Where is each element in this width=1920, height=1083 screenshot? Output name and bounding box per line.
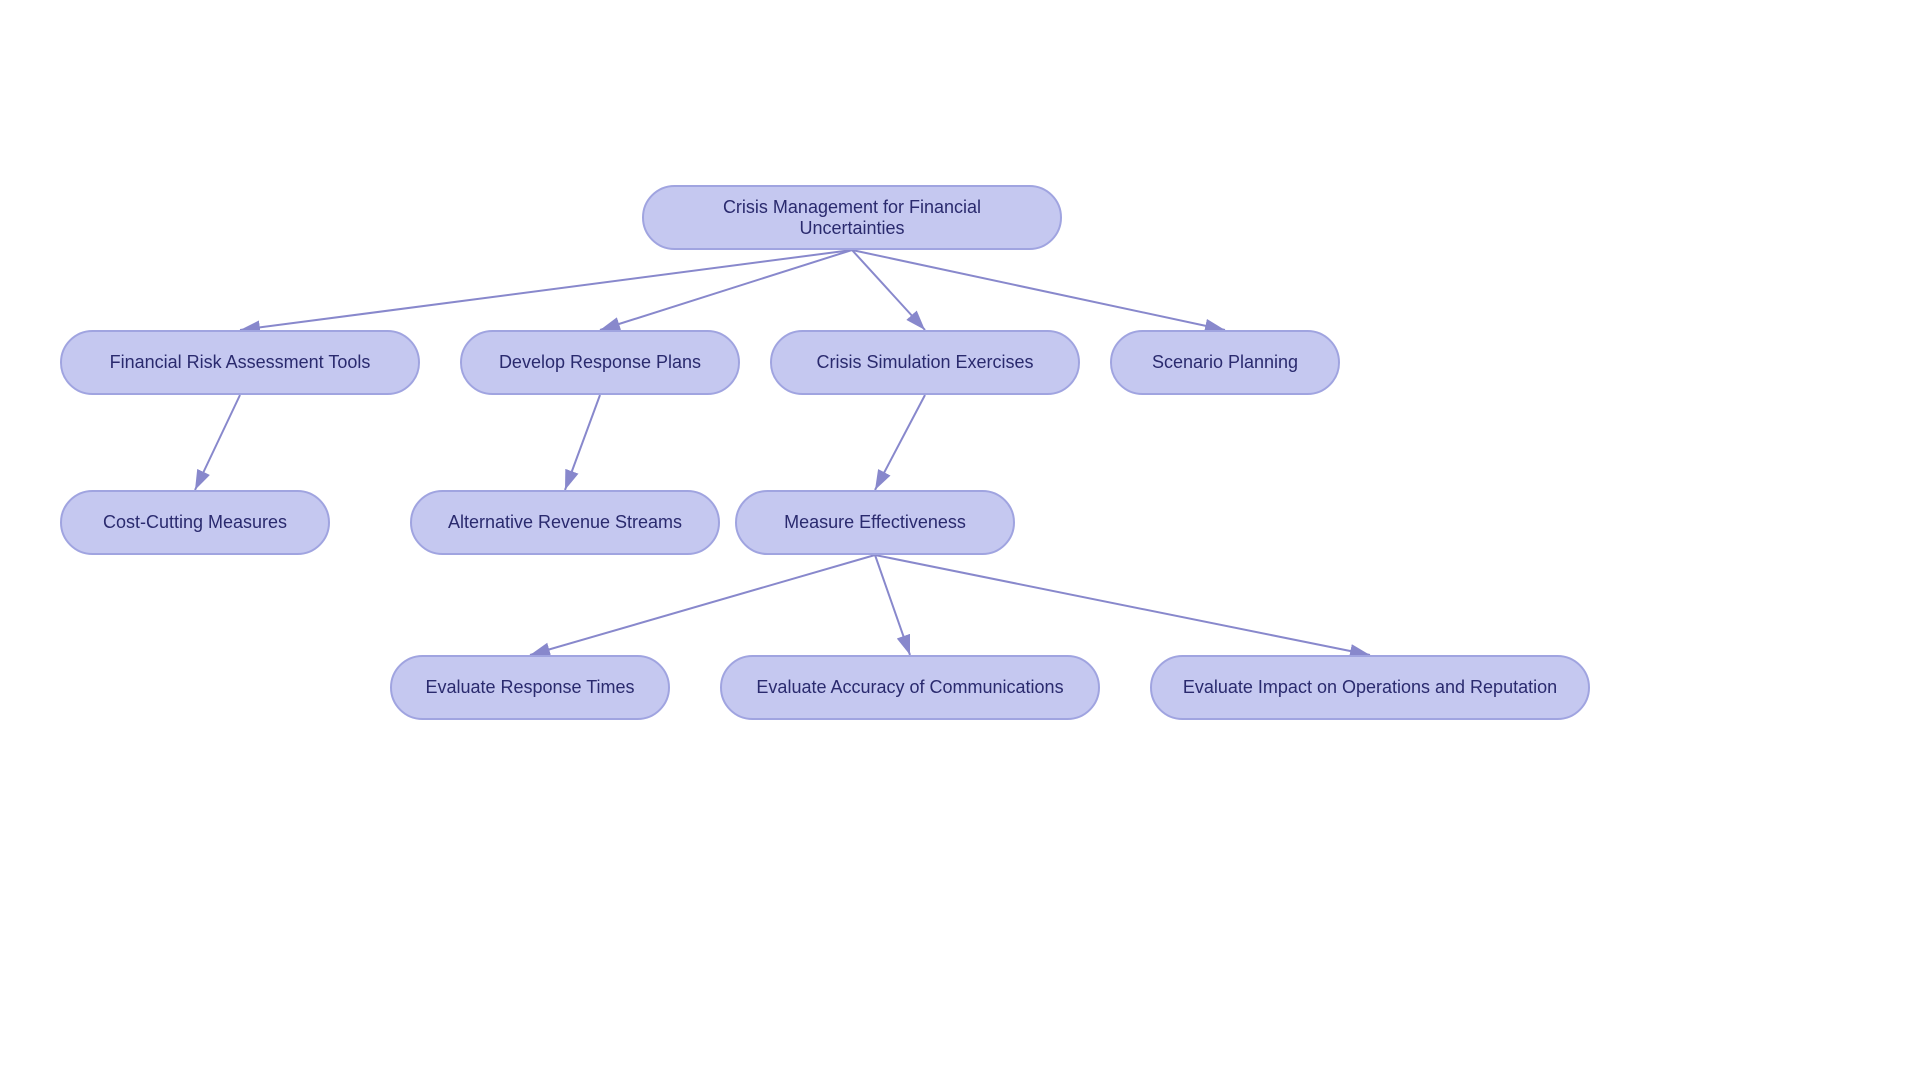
- node-financial-risk: Financial Risk Assessment Tools: [60, 330, 420, 395]
- node-alternative-revenue: Alternative Revenue Streams: [410, 490, 720, 555]
- node-crisis-simulation: Crisis Simulation Exercises: [770, 330, 1080, 395]
- node-evaluate-response-times: Evaluate Response Times: [390, 655, 670, 720]
- node-measure-effectiveness: Measure Effectiveness: [735, 490, 1015, 555]
- node-cost-cutting: Cost-Cutting Measures: [60, 490, 330, 555]
- node-evaluate-impact: Evaluate Impact on Operations and Reputa…: [1150, 655, 1590, 720]
- node-scenario-planning: Scenario Planning: [1110, 330, 1340, 395]
- node-root: Crisis Management for Financial Uncertai…: [642, 185, 1062, 250]
- node-develop-response: Develop Response Plans: [460, 330, 740, 395]
- node-evaluate-accuracy: Evaluate Accuracy of Communications: [720, 655, 1100, 720]
- diagram-container: Crisis Management for Financial Uncertai…: [0, 0, 1920, 1083]
